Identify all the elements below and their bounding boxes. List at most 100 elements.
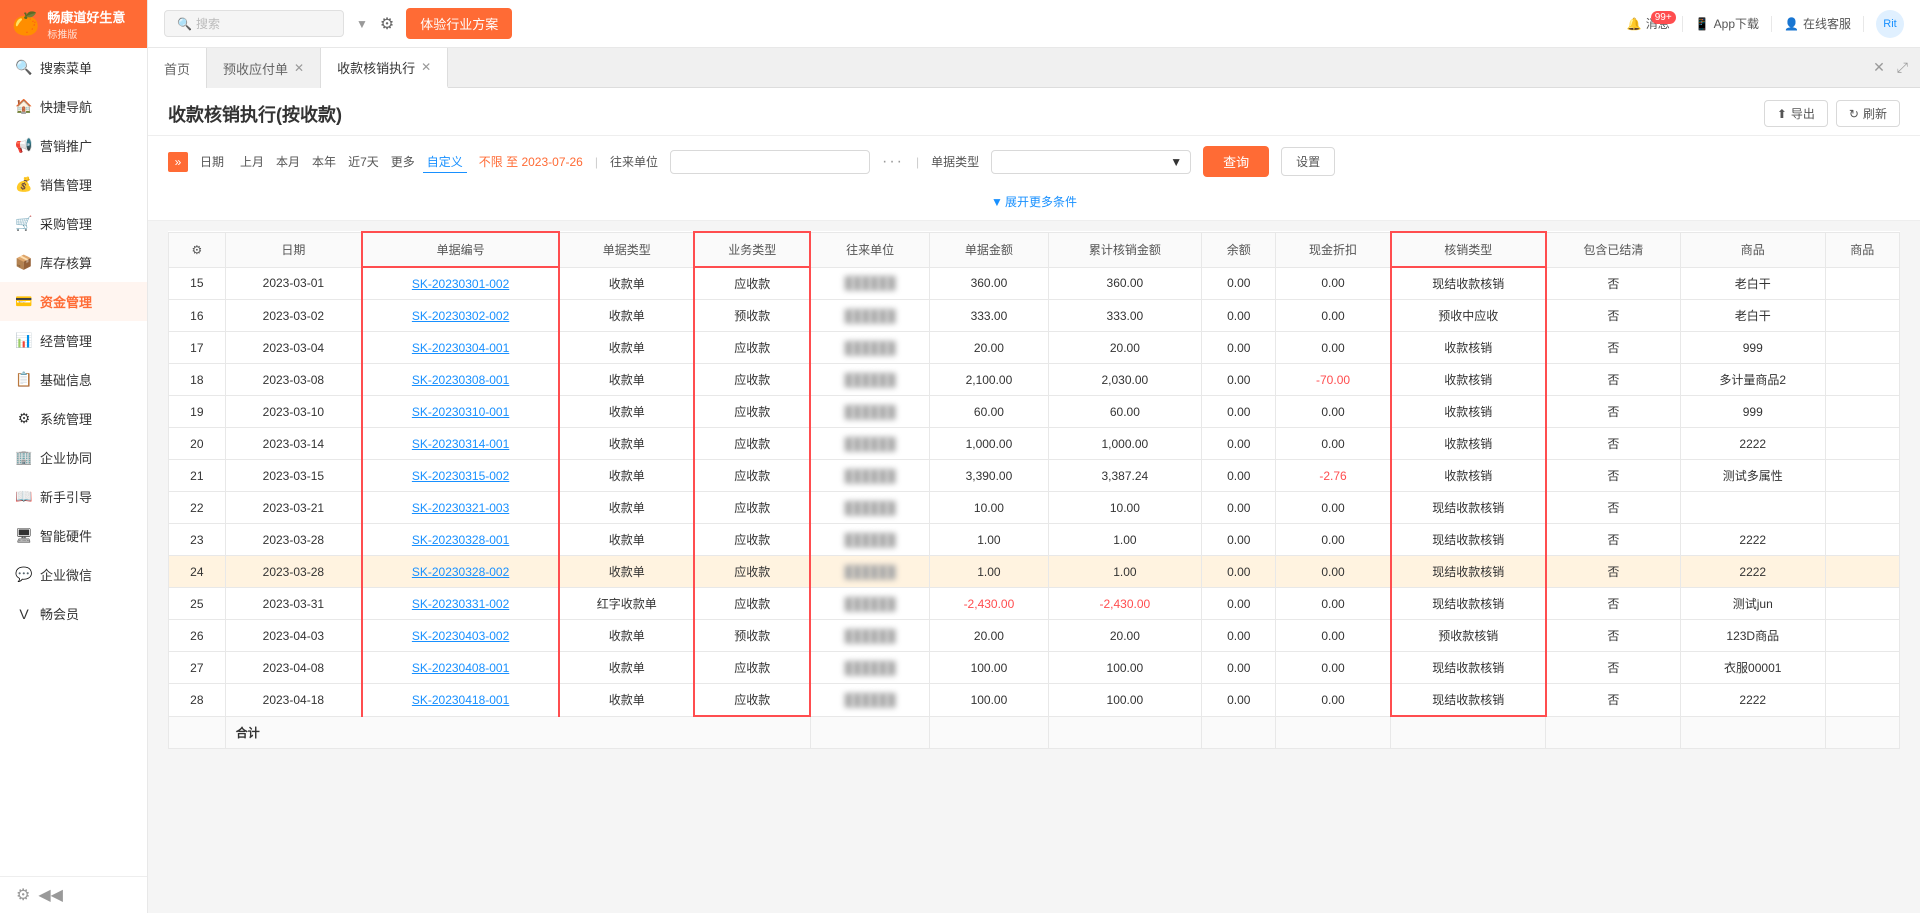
topbar: 🔍 搜索 ▼ ⚙ 体验行业方案 🔔 消息 99+ 📱 App下载 👤 在线客服 … xyxy=(148,0,1920,48)
industry-btn[interactable]: 体验行业方案 xyxy=(406,8,512,39)
cell-1: 2023-03-08 xyxy=(225,364,362,396)
cell-2[interactable]: SK-20230408-001 xyxy=(362,652,559,684)
cell-2[interactable]: SK-20230302-002 xyxy=(362,300,559,332)
cell-4: 应收款 xyxy=(694,652,810,684)
cell-4: 预收款 xyxy=(694,300,810,332)
tab-home[interactable]: 首页 xyxy=(148,48,207,88)
tab-close-prepay[interactable]: ✕ xyxy=(294,61,304,75)
sidebar-item-guide[interactable]: 📖 新手引导 xyxy=(0,477,147,516)
export-btn[interactable]: ⬆ 导出 xyxy=(1764,100,1828,127)
tab-prepay[interactable]: 预收应付单✕ xyxy=(207,48,321,88)
sidebar-item-search-menu[interactable]: 🔍搜索菜单 xyxy=(0,48,147,87)
cell-2[interactable]: SK-20230321-003 xyxy=(362,492,559,524)
date-filter-btns: 上月 本月 本年 近7天 更多 自定义 xyxy=(236,151,467,173)
sidebar-item-quick-nav[interactable]: 🏠快捷导航 xyxy=(0,87,147,126)
cell-1: 2023-03-15 xyxy=(225,460,362,492)
custom-date-btn[interactable]: 自定义 xyxy=(423,151,467,173)
cell-2[interactable]: SK-20230310-001 xyxy=(362,396,559,428)
footer-label: 合计 xyxy=(225,716,810,749)
cell-2[interactable]: SK-20230315-002 xyxy=(362,460,559,492)
tab-collection[interactable]: 收款核销执行✕ xyxy=(321,48,448,88)
cell-2[interactable]: SK-20230308-001 xyxy=(362,364,559,396)
page-content: 收款核销执行(按收款) ⬆ 导出 ↻ 刷新 » 日期 上月 本月 xyxy=(148,88,1920,913)
sidebar-item-member[interactable]: V畅会员 xyxy=(0,594,147,633)
cell-2[interactable]: SK-20230328-002 xyxy=(362,556,559,588)
avatar-text: Rit xyxy=(1883,18,1896,30)
topbar-divider3 xyxy=(1863,16,1864,32)
cell-0: 22 xyxy=(169,492,226,524)
cell-8: 0.00 xyxy=(1202,332,1276,364)
close-tab-icon[interactable]: ✕ xyxy=(1869,55,1889,80)
service-btn[interactable]: 👤 在线客服 xyxy=(1784,15,1851,32)
cell-11: 否 xyxy=(1546,556,1681,588)
this-month-btn[interactable]: 本月 xyxy=(272,151,304,173)
cell-6: 333.00 xyxy=(930,300,1048,332)
sidebar-item-enterprise[interactable]: 🏢企业协同 xyxy=(0,438,147,477)
cell-2[interactable]: SK-20230418-001 xyxy=(362,684,559,717)
sidebar-item-inventory[interactable]: 📦库存核算 xyxy=(0,243,147,282)
filter-toggle-btn[interactable]: » xyxy=(168,152,188,172)
filter-setting-btn[interactable]: 设置 xyxy=(1281,147,1335,176)
refresh-btn[interactable]: ↻ 刷新 xyxy=(1836,100,1900,127)
last-month-btn[interactable]: 上月 xyxy=(236,151,268,173)
sidebar-item-system[interactable]: ⚙系统管理 xyxy=(0,399,147,438)
guide-icon: 📖 xyxy=(16,489,32,505)
cell-10: 现结收款核销 xyxy=(1391,652,1546,684)
cell-2[interactable]: SK-20230331-002 xyxy=(362,588,559,620)
cell-2[interactable]: SK-20230301-002 xyxy=(362,267,559,300)
cell-1: 2023-03-04 xyxy=(225,332,362,364)
bill-type-select[interactable]: ▼ xyxy=(991,150,1191,174)
cell-3: 收款单 xyxy=(559,620,694,652)
page-header-actions: ⬆ 导出 ↻ 刷新 xyxy=(1764,100,1900,127)
settings-bottom-icon[interactable]: ⚙ xyxy=(16,885,30,905)
expand-more-btn[interactable]: ▼ 展开更多条件 xyxy=(991,193,1077,210)
sidebar-item-marketing[interactable]: 📢营销推广 xyxy=(0,126,147,165)
cell-7: -2,430.00 xyxy=(1048,588,1202,620)
quick-nav-icon: 🏠 xyxy=(16,99,32,115)
last-7days-btn[interactable]: 近7天 xyxy=(344,151,383,173)
more-date-btn[interactable]: 更多 xyxy=(387,151,419,173)
cell-7: 20.00 xyxy=(1048,620,1202,652)
maximize-icon[interactable]: ⤢ xyxy=(1893,55,1912,80)
partner-filter-input[interactable] xyxy=(670,150,870,174)
cell-12: 2222 xyxy=(1680,428,1825,460)
app-download-btn[interactable]: 📱 App下载 xyxy=(1695,15,1759,32)
sidebar-item-purchase[interactable]: 🛒采购管理 xyxy=(0,204,147,243)
partner-filter-label: 往来单位 xyxy=(610,153,658,170)
cell-2[interactable]: SK-20230403-002 xyxy=(362,620,559,652)
notice-btn[interactable]: 🔔 消息 99+ xyxy=(1627,15,1670,32)
user-avatar[interactable]: Rit xyxy=(1876,10,1904,38)
wechat-icon: 💬 xyxy=(16,567,32,583)
sidebar-item-operations[interactable]: 📊经营管理 xyxy=(0,321,147,360)
cell-5: ██████ xyxy=(810,588,930,620)
sidebar-label-guide: 新手引导 xyxy=(40,487,92,506)
query-btn[interactable]: 查询 xyxy=(1203,146,1269,177)
sidebar-item-wechat[interactable]: 💬企业微信 xyxy=(0,555,147,594)
topbar-gear-icon[interactable]: ⚙ xyxy=(380,14,394,34)
cell-2[interactable]: SK-20230314-001 xyxy=(362,428,559,460)
cell-5: ██████ xyxy=(810,396,930,428)
sidebar-item-sales[interactable]: 💰销售管理 xyxy=(0,165,147,204)
sidebar-item-hardware[interactable]: 🖥智能硬件 xyxy=(0,516,147,555)
cell-6: 60.00 xyxy=(930,396,1048,428)
sidebar-item-capital[interactable]: 💳资金管理 xyxy=(0,282,147,321)
sidebar-item-basic-info[interactable]: 📋基础信息 xyxy=(0,360,147,399)
cell-7: 100.00 xyxy=(1048,684,1202,717)
cell-13 xyxy=(1825,556,1899,588)
cell-9: 0.00 xyxy=(1276,524,1391,556)
table-row: 262023-04-03SK-20230403-002收款单预收款██████2… xyxy=(169,620,1900,652)
cell-2[interactable]: SK-20230304-001 xyxy=(362,332,559,364)
cell-3: 收款单 xyxy=(559,492,694,524)
topbar-search-box[interactable]: 🔍 搜索 xyxy=(164,10,344,37)
cell-10: 现结收款核销 xyxy=(1391,267,1546,300)
cell-8: 0.00 xyxy=(1202,364,1276,396)
collapse-icon[interactable]: ◀◀ xyxy=(38,885,63,905)
marketing-icon: 📢 xyxy=(16,138,32,154)
cell-11: 否 xyxy=(1546,396,1681,428)
cell-2[interactable]: SK-20230328-001 xyxy=(362,524,559,556)
tab-close-collection[interactable]: ✕ xyxy=(421,60,431,74)
cell-12 xyxy=(1680,492,1825,524)
cell-11: 否 xyxy=(1546,620,1681,652)
cell-7: 1.00 xyxy=(1048,524,1202,556)
this-year-btn[interactable]: 本年 xyxy=(308,151,340,173)
